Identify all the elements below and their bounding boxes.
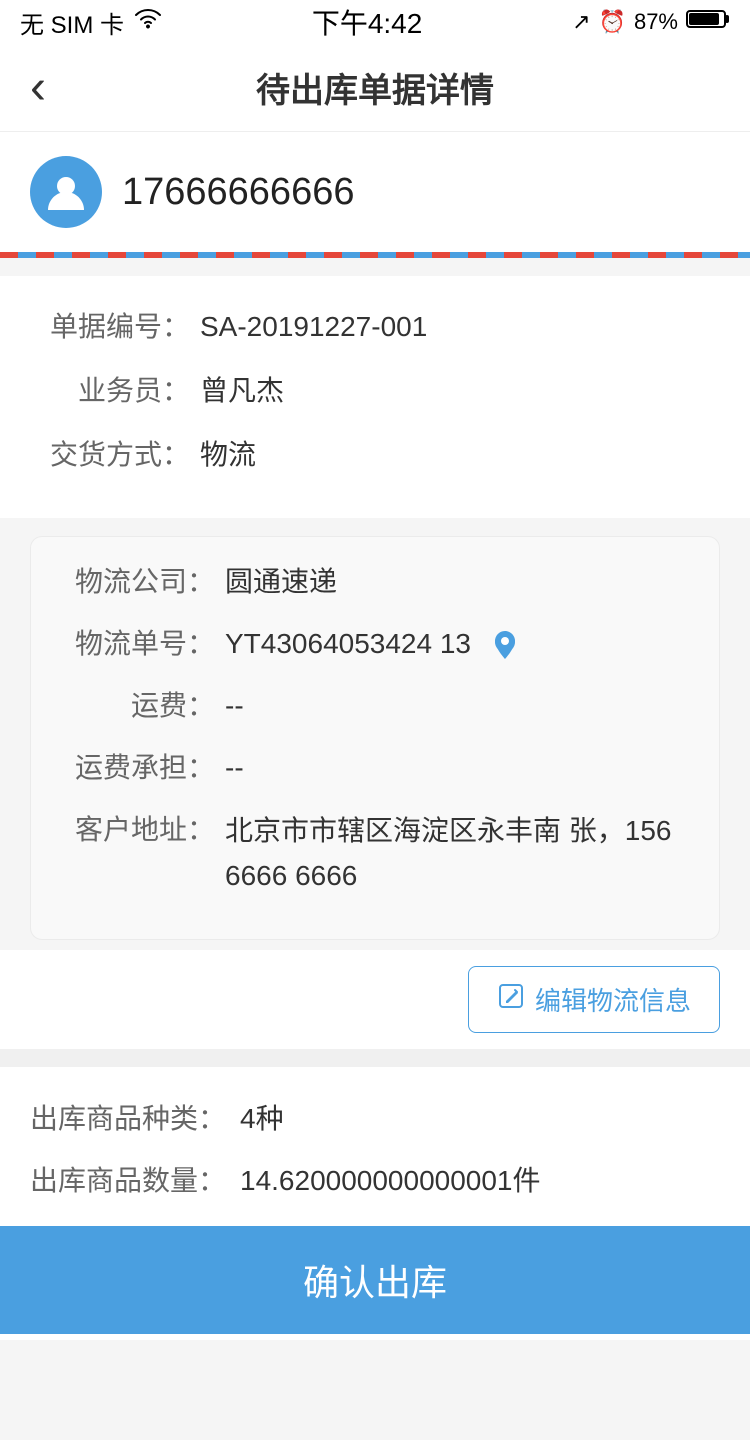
document-info-section: 单据编号： SA-20191227-001 业务员： 曾凡杰 交货方式： 物流 (0, 276, 750, 518)
section-divider (0, 1049, 750, 1067)
address-row: 客户地址： 北京市市辖区海淀区永丰南 张，156 6666 6666 (55, 809, 695, 899)
document-number-row: 单据编号： SA-20191227-001 (30, 306, 720, 348)
dashed-separator (0, 252, 750, 258)
battery-text: 87% (634, 9, 678, 35)
freight-bearer-label: 运费承担： (55, 747, 215, 789)
battery-icon (686, 8, 730, 36)
nav-bar: ‹ 待出库单据详情 (0, 44, 750, 132)
freight-value: -- (225, 685, 695, 727)
document-number-label: 单据编号： (30, 306, 190, 348)
salesman-value: 曾凡杰 (200, 370, 720, 412)
wifi-icon (134, 8, 162, 37)
location-pin-icon[interactable] (485, 624, 525, 664)
salesman-label: 业务员： (30, 370, 190, 412)
edit-btn-wrap: 编辑物流信息 (0, 950, 750, 1049)
delivery-row: 交货方式： 物流 (30, 434, 720, 476)
page-title: 待出库单据详情 (256, 63, 494, 112)
status-left: 无 SIM 卡 (20, 5, 162, 40)
freight-bearer-value: -- (225, 747, 695, 789)
logistics-company-value: 圆通速递 (225, 561, 695, 603)
freight-bearer-row: 运费承担： -- (55, 747, 695, 789)
goods-quantity-label: 出库商品数量： (30, 1159, 230, 1199)
customer-phone: 17666666666 (122, 171, 354, 214)
freight-label: 运费： (55, 685, 215, 727)
goods-type-row: 出库商品种类： 4种 (30, 1097, 720, 1137)
status-right: ↗ ⏰ 87% (572, 8, 730, 36)
confirm-outbound-button[interactable]: 确认出库 (303, 1254, 447, 1306)
status-time: 下午4:42 (312, 2, 423, 42)
goods-type-value: 4种 (240, 1097, 284, 1137)
carrier-text: 无 SIM 卡 (20, 5, 124, 40)
tracking-label: 物流单号： (55, 623, 215, 665)
goods-quantity-row: 出库商品数量： 14.620000000000001件 (30, 1159, 720, 1199)
status-bar: 无 SIM 卡 下午4:42 ↗ ⏰ 87% (0, 0, 750, 44)
logistics-card: 物流公司： 圆通速递 物流单号： YT43064053424 13 运费： -- (30, 536, 720, 940)
edit-logistics-label: 编辑物流信息 (535, 981, 691, 1018)
address-label: 客户地址： (55, 809, 215, 851)
address-value: 北京市市辖区海淀区永丰南 张，156 6666 6666 (225, 809, 695, 899)
goods-type-label: 出库商品种类： (30, 1097, 230, 1137)
tracking-number-row: 物流单号： YT43064053424 13 (55, 623, 695, 665)
logistics-company-label: 物流公司： (55, 561, 215, 603)
customer-section: 17666666666 (0, 132, 750, 252)
document-number-value: SA-20191227-001 (200, 306, 720, 348)
goods-quantity-value: 14.620000000000001件 (240, 1159, 541, 1199)
edit-icon (497, 982, 525, 1017)
goods-section: 出库商品种类： 4种 出库商品数量： 14.620000000000001件 (0, 1067, 750, 1241)
alarm-icon: ⏰ (599, 9, 626, 35)
avatar (30, 156, 102, 228)
salesman-row: 业务员： 曾凡杰 (30, 370, 720, 412)
logistics-company-row: 物流公司： 圆通速递 (55, 561, 695, 603)
back-button[interactable]: ‹ (30, 50, 56, 125)
edit-logistics-button[interactable]: 编辑物流信息 (468, 966, 720, 1033)
confirm-btn-wrap: 确认出库 (0, 1226, 750, 1334)
delivery-value: 物流 (200, 434, 720, 476)
delivery-label: 交货方式： (30, 434, 190, 476)
location-icon: ↗ (572, 9, 590, 35)
tracking-value: YT43064053424 13 (225, 623, 695, 665)
freight-row: 运费： -- (55, 685, 695, 727)
